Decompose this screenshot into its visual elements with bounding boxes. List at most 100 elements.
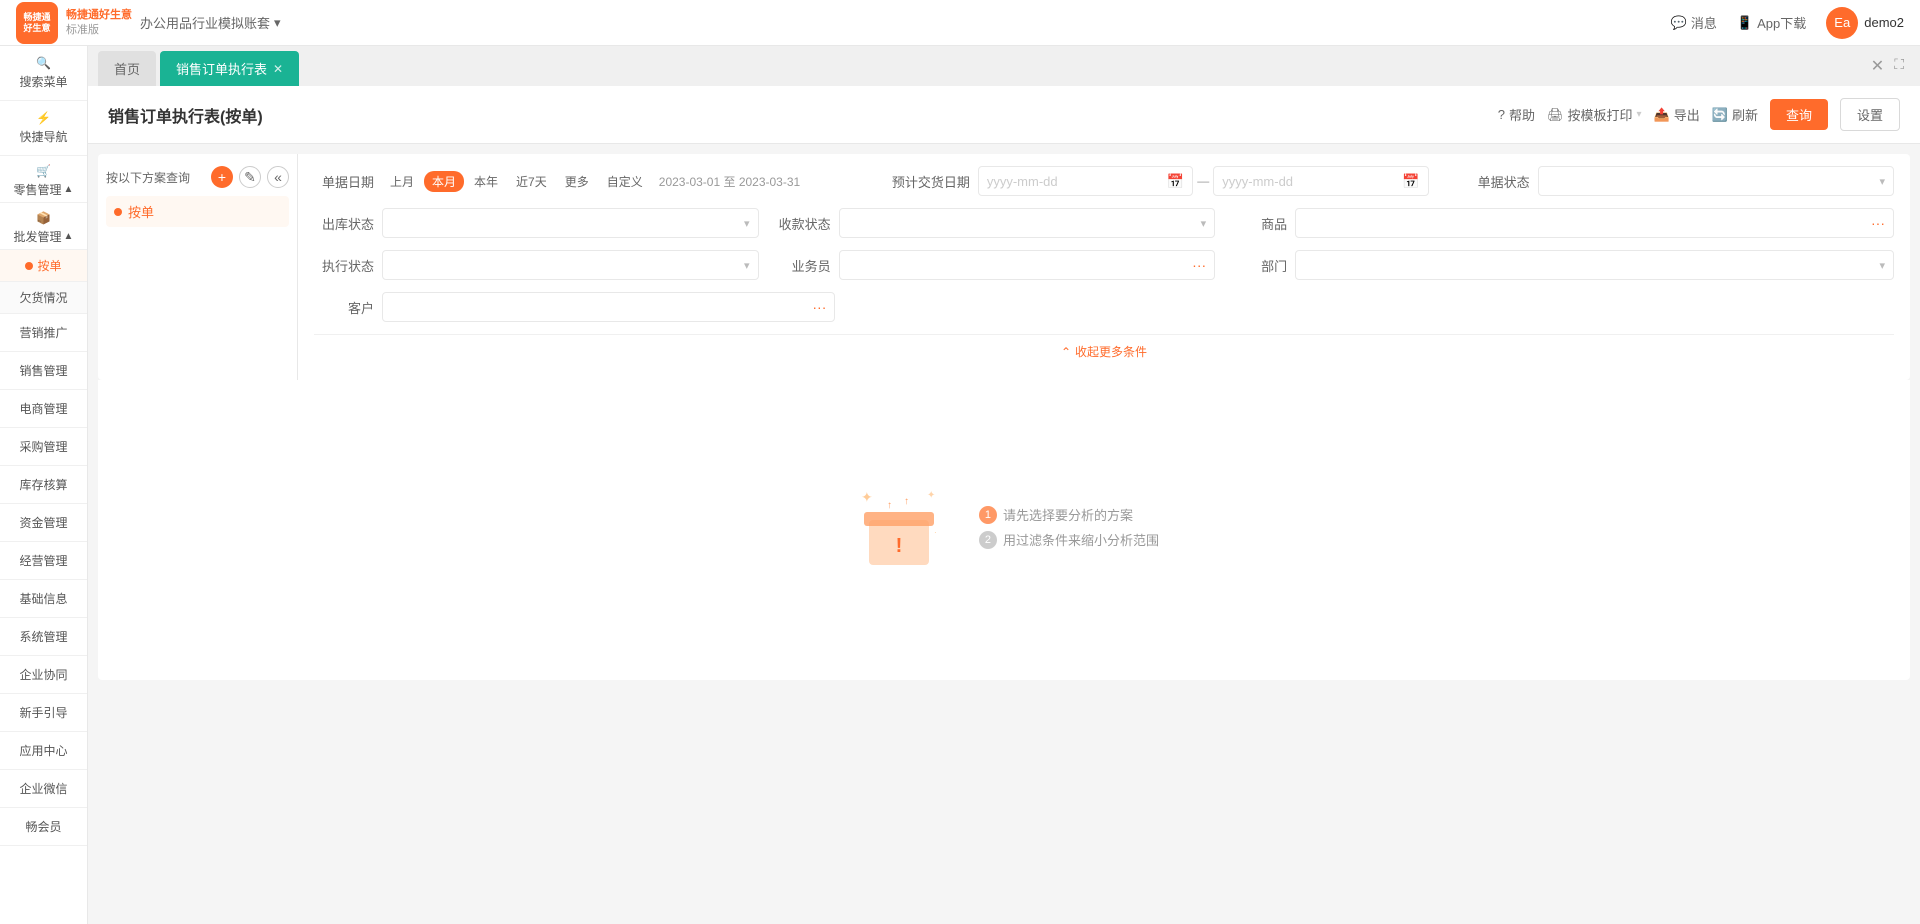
query-btn[interactable]: 查询 xyxy=(1770,99,1828,130)
goods-field: 商品 ··· xyxy=(1227,208,1894,238)
collapse-bar[interactable]: ⌃ 收起更多条件 xyxy=(314,334,1894,368)
out-status-label: 出库状态 xyxy=(314,214,374,233)
sidebar-item-app-center[interactable]: 应用中心 xyxy=(0,732,87,770)
edit-plan-btn[interactable]: ✎ xyxy=(239,166,261,188)
date-tags: 上月 本月 本年 近7天 更多 自定义 xyxy=(382,171,651,192)
sidebar-label-basic: 基础信息 xyxy=(19,590,67,607)
salesperson-field: 业务员 ··· xyxy=(771,250,1216,280)
tag-this-month[interactable]: 本月 xyxy=(424,171,464,192)
add-plan-btn[interactable]: + xyxy=(211,166,233,188)
filter-row-2: 出库状态 ▾ 收款状态 ▾ xyxy=(314,208,1894,238)
sidebar-item-retail[interactable]: 🛒 零售管理 ▲ xyxy=(0,156,87,203)
expected-date-start-input[interactable] xyxy=(987,174,1163,189)
sidebar-item-finance[interactable]: 资金管理 xyxy=(0,504,87,542)
salesperson-dots-icon[interactable]: ··· xyxy=(1192,257,1206,273)
window-expand-icon[interactable]: ⛶ xyxy=(1894,56,1904,76)
brand-logo: 畅捷通 好生意 xyxy=(16,2,58,44)
sidebar-sub-label-debt: 欠货情况 xyxy=(19,291,67,305)
doc-status-field: 单据状态 ▾ xyxy=(1470,166,1894,196)
tag-custom[interactable]: 自定义 xyxy=(599,171,651,192)
main-layout: 🔍 搜索菜单 ⚡ 快捷导航 🛒 零售管理 ▲ 📦 批发管理 ▲ 按单 xyxy=(0,46,1920,924)
sidebar-sub-item-orders[interactable]: 按单 xyxy=(0,250,87,282)
tag-7days[interactable]: 近7天 xyxy=(508,171,555,192)
out-status-field: 出库状态 ▾ xyxy=(314,208,759,238)
tree-item-orders[interactable]: 按单 xyxy=(106,196,289,227)
message-action[interactable]: 💬 消息 xyxy=(1671,13,1717,32)
expected-date-end-input[interactable] xyxy=(1222,174,1398,189)
export-btn[interactable]: 📤 导出 xyxy=(1654,105,1700,124)
sidebar-label-finance: 资金管理 xyxy=(19,514,67,531)
refresh-btn[interactable]: 🔄 刷新 xyxy=(1712,105,1758,124)
salesperson-input[interactable]: ··· xyxy=(839,250,1216,280)
customer-dots-icon[interactable]: ··· xyxy=(812,299,826,315)
exec-status-field: 执行状态 ▾ xyxy=(314,250,759,280)
empty-svg: ! ✦ ✦ · ↑ ↑ xyxy=(849,480,949,580)
svg-text:!: ! xyxy=(896,535,903,557)
doc-status-label: 单据状态 xyxy=(1470,172,1530,191)
sidebar-item-enterprise[interactable]: 企业协同 xyxy=(0,656,87,694)
content-area: 首页 销售订单执行表 ✕ ✕ ⛶ 销售订单执行表(按单) ? 帮助 xyxy=(88,46,1920,924)
avatar-text: Ea xyxy=(1834,15,1850,30)
sidebar-item-operations[interactable]: 经营管理 xyxy=(0,542,87,580)
sidebar-item-sales[interactable]: 销售管理 xyxy=(0,352,87,390)
export-icon: 📤 xyxy=(1654,107,1670,123)
sidebar-item-search-menu[interactable]: 🔍 搜索菜单 xyxy=(0,46,87,101)
tag-last-month[interactable]: 上月 xyxy=(382,171,422,192)
sidebar-sub-item-debt[interactable]: 欠货情况 xyxy=(0,282,87,314)
step-num-1: 1 xyxy=(979,506,997,524)
calendar-start-icon[interactable]: 📅 xyxy=(1167,173,1184,190)
sidebar-item-quick-nav[interactable]: ⚡ 快捷导航 xyxy=(0,101,87,156)
industry-dropdown-icon: ▾ xyxy=(274,15,281,31)
customer-label: 客户 xyxy=(314,298,374,317)
sidebar-label-quick-nav: 快捷导航 xyxy=(19,128,67,145)
query-label: 查询 xyxy=(1786,108,1812,123)
collect-status-input[interactable]: ▾ xyxy=(839,208,1216,238)
goods-input[interactable]: ··· xyxy=(1295,208,1894,238)
sidebar-item-basic[interactable]: 基础信息 xyxy=(0,580,87,618)
window-close-icon[interactable]: ✕ xyxy=(1871,56,1884,76)
settings-label: 设置 xyxy=(1857,108,1883,123)
sidebar-label-operations: 经营管理 xyxy=(19,552,67,569)
user-profile[interactable]: Ea demo2 xyxy=(1826,7,1904,39)
tag-this-year[interactable]: 本年 xyxy=(466,171,506,192)
dept-input[interactable]: ▾ xyxy=(1295,250,1894,280)
expected-date-end[interactable]: 📅 xyxy=(1213,166,1428,196)
customer-input[interactable]: ··· xyxy=(382,292,835,322)
tab-sales-execution[interactable]: 销售订单执行表 ✕ xyxy=(160,51,299,86)
sidebar-item-member[interactable]: 畅会员 xyxy=(0,808,87,846)
filter-row-4: 客户 ··· xyxy=(314,292,1894,322)
header-right: 💬 消息 📱 App下载 Ea demo2 xyxy=(1671,7,1904,39)
tab-close-icon[interactable]: ✕ xyxy=(273,62,283,76)
tag-more[interactable]: 更多 xyxy=(557,171,597,192)
expected-date-start[interactable]: 📅 xyxy=(978,166,1193,196)
goods-dots-icon[interactable]: ··· xyxy=(1871,215,1885,231)
settings-btn[interactable]: 设置 xyxy=(1840,98,1900,131)
quick-nav-icon: ⚡ xyxy=(36,111,51,125)
sidebar-item-purchase[interactable]: 采购管理 xyxy=(0,428,87,466)
app-label: App下载 xyxy=(1757,13,1806,32)
sidebar-label-search-menu: 搜索菜单 xyxy=(19,73,67,90)
sidebar-label-purchase: 采购管理 xyxy=(19,438,67,455)
sidebar-item-ecommerce[interactable]: 电商管理 xyxy=(0,390,87,428)
tab-home[interactable]: 首页 xyxy=(98,51,156,86)
sidebar-item-inventory[interactable]: 库存核算 xyxy=(0,466,87,504)
help-btn[interactable]: ? 帮助 xyxy=(1498,105,1535,124)
doc-status-input[interactable]: ▾ xyxy=(1538,166,1894,196)
search-menu-icon: 🔍 xyxy=(36,56,51,70)
search-right: 单据日期 上月 本月 本年 近7天 更多 自定义 20 xyxy=(298,154,1910,380)
sidebar-item-newbie[interactable]: 新手引导 xyxy=(0,694,87,732)
out-status-input[interactable]: ▾ xyxy=(382,208,759,238)
retail-icon: 🛒 xyxy=(36,164,51,178)
salesperson-label: 业务员 xyxy=(771,256,831,275)
customer-field: 客户 ··· xyxy=(314,292,835,322)
app-download-action[interactable]: 📱 App下载 xyxy=(1737,13,1806,32)
sidebar-item-system[interactable]: 系统管理 xyxy=(0,618,87,656)
sidebar-item-wholesale[interactable]: 📦 批发管理 ▲ xyxy=(0,203,87,250)
print-btn[interactable]: 🖨 按模板打印 ▾ xyxy=(1547,105,1642,124)
calendar-end-icon[interactable]: 📅 xyxy=(1402,173,1419,190)
sidebar-item-marketing[interactable]: 营销推广 xyxy=(0,314,87,352)
industry-selector[interactable]: 办公用品行业模拟账套 ▾ xyxy=(140,13,281,32)
sidebar-item-corp-wechat[interactable]: 企业微信 xyxy=(0,770,87,808)
collapse-plan-btn[interactable]: « xyxy=(267,166,289,188)
exec-status-input[interactable]: ▾ xyxy=(382,250,759,280)
